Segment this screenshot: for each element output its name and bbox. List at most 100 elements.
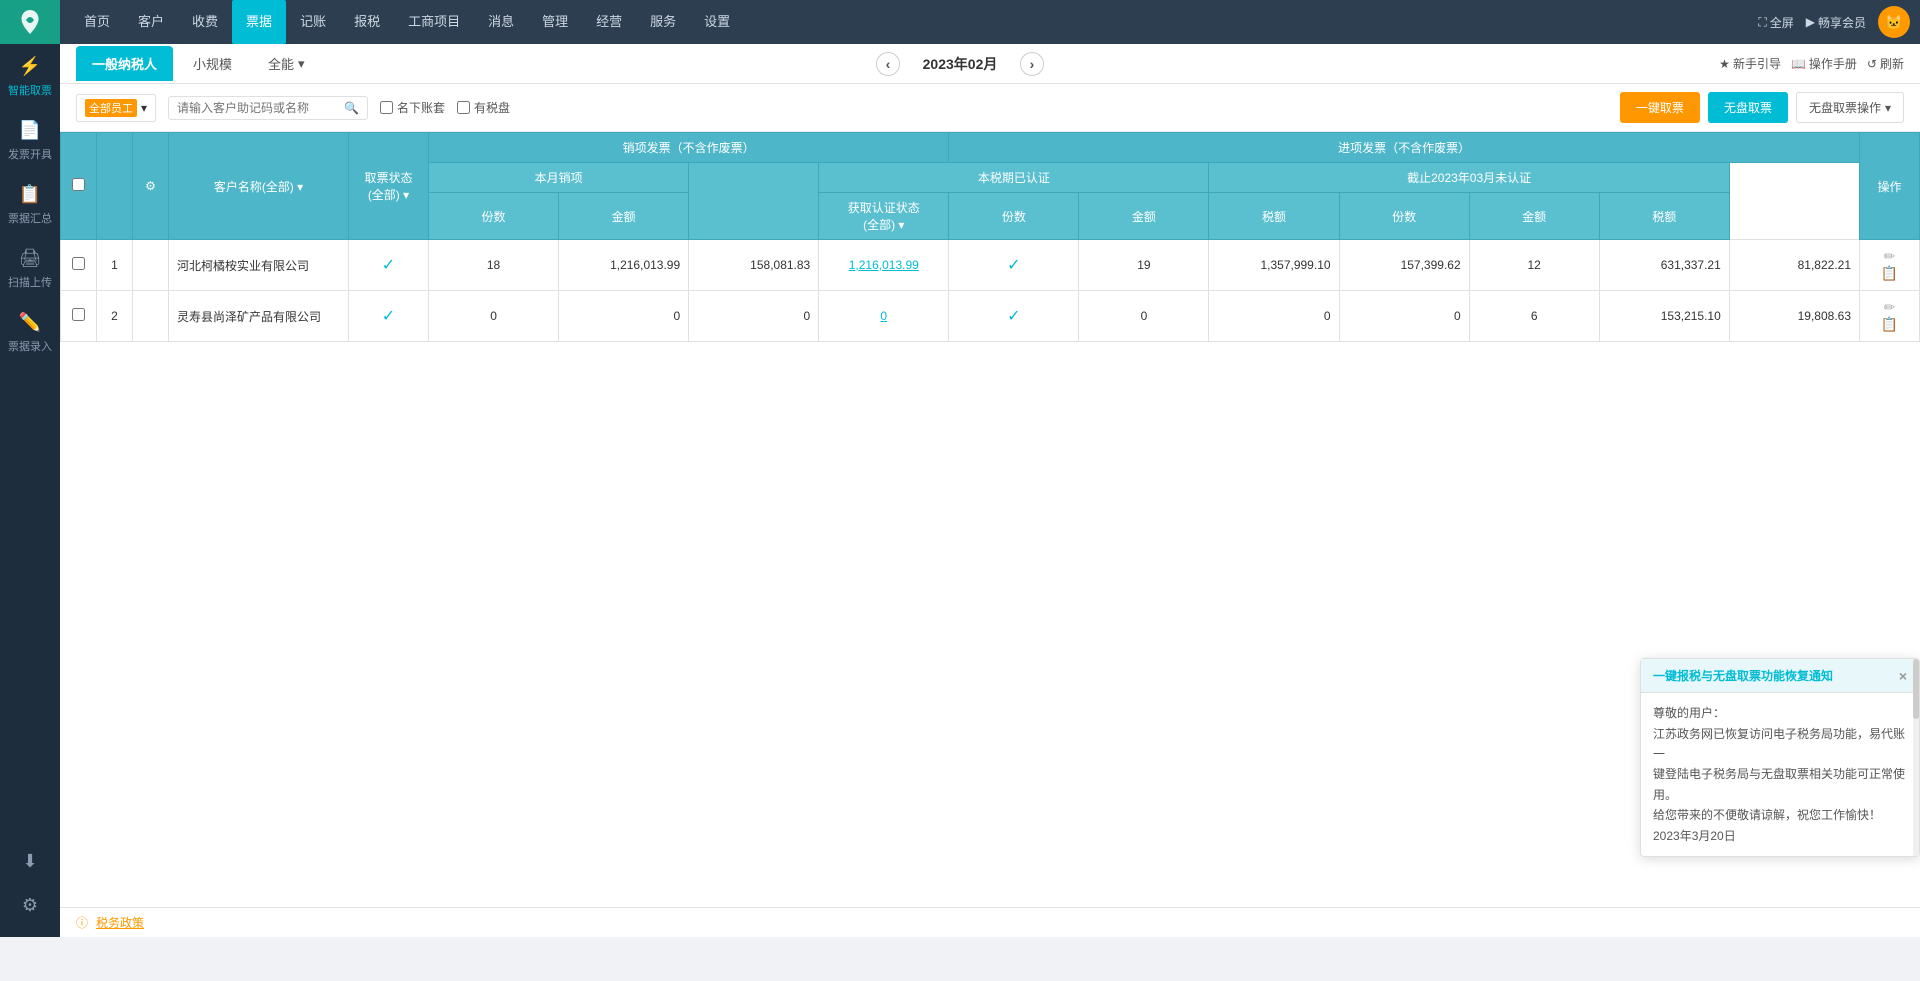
- row-tax-sales: 0: [689, 291, 819, 342]
- edit-icon[interactable]: ✏: [1880, 299, 1900, 315]
- nav-manage[interactable]: 管理: [528, 0, 582, 44]
- one-click-fetch-btn[interactable]: 一键取票: [1620, 92, 1700, 123]
- member-btn[interactable]: ▶ 畅享会员: [1806, 14, 1866, 31]
- sidebar-item-smart-fetch[interactable]: ⚡ 智能取票: [0, 44, 60, 108]
- table-row: 2 灵寿县尚泽矿产品有限公司 ✓ 0 0 0 0 ✓ 0 0 0 6 153,2…: [61, 291, 1920, 342]
- sidebar-item-download[interactable]: ⬇: [0, 839, 60, 883]
- top-nav: 首页 客户 收费 票据 记账 报税 工商项目 消息 管理 经营 服务 设置 ⛶ …: [60, 0, 1920, 44]
- row-num: 1: [97, 240, 133, 291]
- row-cert-state: ✓: [949, 240, 1079, 291]
- notif-body-line: 2023年3月20日: [1653, 826, 1907, 846]
- sidebar-item-scan-upload[interactable]: 🖨 扫描上传: [0, 236, 60, 300]
- row-checkbox[interactable]: [61, 291, 97, 342]
- row-tax-purchase: 0: [1339, 291, 1469, 342]
- tab-general[interactable]: 一般纳税人: [76, 46, 173, 81]
- row-cert-state: ✓: [949, 291, 1079, 342]
- employee-tag: 全部员工: [85, 99, 137, 117]
- refresh-btn[interactable]: ↺ 刷新: [1867, 55, 1904, 72]
- cumulative-link[interactable]: 1,216,013.99: [849, 258, 919, 272]
- row-amount-uncert: 631,337.21: [1599, 240, 1729, 291]
- employee-select[interactable]: 全部员工 ▾: [76, 94, 156, 122]
- nav-right: ⛶ 全屏 ▶ 畅享会员 🐱: [1758, 6, 1910, 38]
- tab-all-dropdown-icon: ▾: [298, 56, 305, 72]
- checkbox-xiami[interactable]: 名下账套: [380, 99, 445, 116]
- employee-dropdown-icon: ▾: [141, 101, 147, 115]
- download-icon: ⬇: [18, 849, 42, 873]
- nav-operation[interactable]: 经营: [582, 0, 636, 44]
- view-icon[interactable]: 📋: [1877, 316, 1902, 332]
- row-num: 2: [97, 291, 133, 342]
- nav-invoice[interactable]: 票据: [232, 0, 286, 44]
- new-guide-btn[interactable]: ★ 新手引导: [1719, 55, 1781, 72]
- search-icon[interactable]: 🔍: [344, 101, 359, 115]
- main-table: ⚙ 客户名称(全部) ▾ 取票状态 (全部) ▾ 销项发票（不含作废票） 进项发…: [60, 132, 1920, 342]
- row-amount-purchase: 1,357,999.10: [1209, 240, 1339, 291]
- smart-fetch-icon: ⚡: [18, 54, 42, 78]
- th-settings: ⚙: [133, 133, 169, 240]
- checkbox-tax-input[interactable]: [457, 101, 470, 114]
- th-amount-uncert: 金额: [1469, 193, 1599, 240]
- th-qty-uncert: 份数: [1339, 193, 1469, 240]
- fetch-state-icon: ✓: [382, 257, 395, 274]
- nav-home[interactable]: 首页: [70, 0, 124, 44]
- nav-settings[interactable]: 设置: [690, 0, 744, 44]
- fullscreen-icon: ⛶: [1758, 15, 1766, 30]
- sidebar-item-invoice-entry[interactable]: ✏️ 票据录入: [0, 300, 60, 364]
- notif-close-btn[interactable]: ×: [1899, 668, 1907, 684]
- checkbox-tax[interactable]: 有税盘: [457, 99, 510, 116]
- date-display: 2023年02月: [910, 54, 1010, 74]
- search-input[interactable]: [177, 101, 344, 115]
- nav-tax[interactable]: 报税: [340, 0, 394, 44]
- nav-message[interactable]: 消息: [474, 0, 528, 44]
- row-cumulative: 0: [819, 291, 949, 342]
- invoice-open-icon: 📄: [18, 118, 42, 142]
- notif-scrollbar[interactable]: [1913, 659, 1919, 856]
- sidebar-item-invoice-summary[interactable]: 📋 票据汇总: [0, 172, 60, 236]
- fullscreen-btn[interactable]: ⛶ 全屏: [1758, 14, 1793, 31]
- user-avatar[interactable]: 🐱: [1878, 6, 1910, 38]
- bottom-settings-icon: ⚙: [18, 893, 42, 917]
- sidebar-item-invoice-open[interactable]: 📄 发票开具: [0, 108, 60, 172]
- checkbox-xiami-input[interactable]: [380, 101, 393, 114]
- th-amount-sales: 金额: [559, 193, 689, 240]
- sidebar-bottom: ⬇ ⚙: [0, 839, 60, 937]
- edit-icon[interactable]: ✏: [1880, 248, 1900, 264]
- cumulative-link[interactable]: 0: [880, 309, 887, 323]
- member-icon: ▶: [1806, 15, 1815, 29]
- tab-all[interactable]: 全能 ▾: [252, 46, 321, 81]
- app-logo[interactable]: [0, 0, 60, 44]
- notif-body-line: 给您带来的不便敬请谅解，祝您工作愉快！: [1653, 805, 1907, 825]
- operation-manual-btn[interactable]: 📖 操作手册: [1791, 55, 1857, 72]
- no-disk-fetch-btn[interactable]: 无盘取票: [1708, 92, 1788, 123]
- cert-state-icon: ✓: [1007, 308, 1020, 325]
- sidebar: ⚡ 智能取票 📄 发票开具 📋 票据汇总 🖨 扫描上传 ✏️ 票据录入 ⬇ ⚙: [0, 0, 60, 937]
- date-prev-btn[interactable]: ‹: [876, 52, 900, 76]
- no-disk-ops-btn[interactable]: 无盘取票操作 ▾: [1796, 92, 1904, 123]
- date-next-btn[interactable]: ›: [1020, 52, 1044, 76]
- row-qty-uncert: 6: [1469, 291, 1599, 342]
- nav-bookkeeping[interactable]: 记账: [286, 0, 340, 44]
- row-action: ✏ 📋: [1860, 240, 1920, 291]
- nav-industry[interactable]: 工商项目: [394, 0, 474, 44]
- footer-link[interactable]: 税务政策: [96, 914, 144, 931]
- row-fetch-state: ✓: [349, 240, 429, 291]
- new-guide-icon: ★: [1719, 57, 1730, 71]
- tab-small[interactable]: 小规模: [177, 46, 248, 81]
- th-qty-sales: 份数: [429, 193, 559, 240]
- row-cumulative: 1,216,013.99: [819, 240, 949, 291]
- notification-popup: 一键报税与无盘取票功能恢复通知 × 尊敬的用户：江苏政务网已恢复访问电子税务局功…: [1640, 658, 1920, 857]
- nav-customer[interactable]: 客户: [124, 0, 178, 44]
- th-sales-group: 销项发票（不含作废票）: [429, 133, 949, 163]
- sidebar-item-bottom-settings[interactable]: ⚙: [0, 883, 60, 927]
- nav-service[interactable]: 服务: [636, 0, 690, 44]
- row-qty-purchase: 0: [1079, 291, 1209, 342]
- row-amount-uncert: 153,215.10: [1599, 291, 1729, 342]
- view-icon[interactable]: 📋: [1877, 265, 1902, 281]
- row-checkbox[interactable]: [61, 240, 97, 291]
- th-customer: 客户名称(全部) ▾: [169, 133, 349, 240]
- th-amount-purchase: 金额: [1079, 193, 1209, 240]
- row-tax-purchase: 157,399.62: [1339, 240, 1469, 291]
- row-tax-sales: 158,081.83: [689, 240, 819, 291]
- select-all-checkbox[interactable]: [72, 178, 85, 191]
- nav-collection[interactable]: 收费: [178, 0, 232, 44]
